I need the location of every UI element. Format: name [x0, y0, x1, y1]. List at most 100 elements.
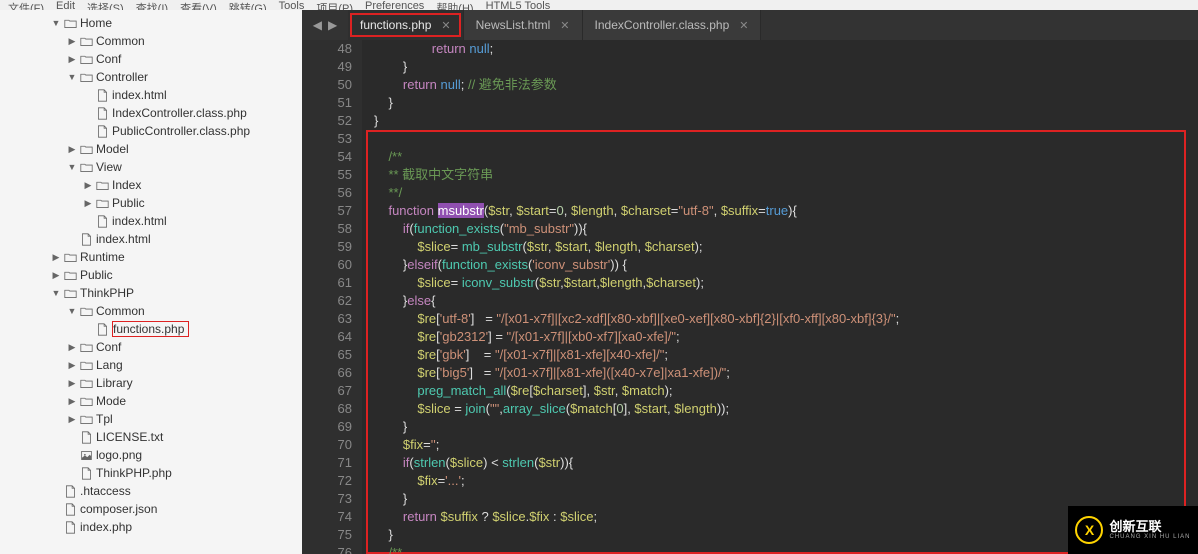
tree-item[interactable]: functions.php	[0, 320, 302, 338]
tree-item[interactable]: ▶Model	[0, 140, 302, 158]
tree-label: Public	[80, 268, 113, 282]
tree-item[interactable]: ▶ Public	[0, 194, 302, 212]
editor-pane: ◀ ▶ functions.php✕NewsList.html✕IndexCon…	[302, 10, 1198, 554]
tree-item[interactable]: ▶Library	[0, 374, 302, 392]
expander-icon[interactable]: ▶	[82, 198, 94, 209]
tree-item[interactable]: ▼Home	[0, 14, 302, 32]
menu-item[interactable]: 选择(S)	[87, 0, 124, 10]
tab[interactable]: functions.php✕	[348, 10, 464, 40]
tree-item[interactable]: ▶Mode	[0, 392, 302, 410]
tree-item[interactable]: index.html	[0, 212, 302, 230]
folder-icon	[78, 143, 94, 156]
tree-item[interactable]: ▶ Runtime	[0, 248, 302, 266]
file-icon	[78, 233, 94, 246]
folder-icon	[78, 341, 94, 354]
folder-icon	[94, 179, 110, 192]
file-tree[interactable]: ▼Home▶Common▶Conf▼Controllerindex.htmlIn…	[0, 10, 302, 554]
tree-item[interactable]: index.html	[0, 86, 302, 104]
expander-icon[interactable]: ▶	[66, 54, 78, 65]
expander-icon[interactable]: ▶	[50, 270, 62, 281]
tree-item[interactable]: index.html	[0, 230, 302, 248]
tree-item[interactable]: composer.json	[0, 500, 302, 518]
folder-icon	[78, 359, 94, 372]
menu-item[interactable]: HTML5 Tools	[486, 0, 551, 10]
folder-icon	[78, 53, 94, 66]
tree-item[interactable]: ▼Common	[0, 302, 302, 320]
menu-item[interactable]: 查看(V)	[180, 0, 217, 10]
menu-item[interactable]: Edit	[56, 0, 75, 10]
tree-label: Tpl	[96, 412, 113, 426]
tab-label: IndexController.class.php	[595, 18, 730, 32]
tree-item[interactable]: ▶ Public	[0, 266, 302, 284]
expander-icon[interactable]: ▼	[66, 72, 78, 82]
expander-icon[interactable]: ▶	[66, 360, 78, 371]
brand-logo: X 创新互联 CHUANG XIN HU LIAN	[1068, 506, 1198, 554]
tree-label: index.html	[112, 88, 167, 102]
menu-item[interactable]: 帮助(H)	[436, 0, 473, 10]
expander-icon[interactable]: ▶	[66, 36, 78, 47]
tree-label: logo.png	[96, 448, 142, 462]
tree-item[interactable]: LICENSE.txt	[0, 428, 302, 446]
tab[interactable]: IndexController.class.php ✕	[583, 10, 762, 40]
menu-item[interactable]: Preferences	[365, 0, 424, 10]
tree-item[interactable]: ThinkPHP.php	[0, 464, 302, 482]
code[interactable]: return null; } return null; // 避免非法参数 }}…	[362, 40, 1198, 554]
tree-label: index.php	[80, 520, 132, 534]
tab[interactable]: NewsList.html✕	[464, 10, 583, 40]
file-icon	[94, 89, 110, 102]
code-area[interactable]: 4849505152535455565758596061626364656667…	[302, 40, 1198, 554]
expander-icon[interactable]: ▶	[66, 144, 78, 155]
file-icon	[78, 467, 94, 480]
folder-open-icon	[78, 305, 94, 318]
tree-item[interactable]: ▶Index	[0, 176, 302, 194]
expander-icon[interactable]: ▶	[66, 378, 78, 389]
tree-item[interactable]: ▼ThinkPHP	[0, 284, 302, 302]
tree-item[interactable]: .htaccess	[0, 482, 302, 500]
expander-icon[interactable]: ▶	[82, 180, 94, 191]
expander-icon[interactable]: ▶	[66, 396, 78, 407]
tree-label: PublicController.class.php	[112, 124, 250, 138]
tree-item[interactable]: ▼View	[0, 158, 302, 176]
menu-item[interactable]: 文件(F)	[8, 0, 44, 10]
tree-item[interactable]: IndexController.class.php	[0, 104, 302, 122]
expander-icon[interactable]: ▼	[50, 288, 62, 298]
tree-label: Conf	[96, 340, 121, 354]
menu-item[interactable]: Tools	[279, 0, 305, 10]
nav-left-icon[interactable]: ◀	[313, 18, 322, 32]
nav-right-icon[interactable]: ▶	[328, 18, 337, 32]
expander-icon[interactable]: ▶	[66, 342, 78, 353]
tree-label: Runtime	[80, 250, 125, 264]
close-icon[interactable]: ✕	[560, 19, 569, 32]
menu-item[interactable]: 跳转(G)	[229, 0, 267, 10]
menu-item[interactable]: 查找(I)	[136, 0, 168, 10]
folder-open-icon	[62, 17, 78, 30]
folder-icon	[78, 377, 94, 390]
tree-item[interactable]: ▶ Conf	[0, 338, 302, 356]
tree-item[interactable]: ▶ Common	[0, 32, 302, 50]
tree-item[interactable]: logo.png	[0, 446, 302, 464]
tree-item[interactable]: ▶Conf	[0, 50, 302, 68]
tree-label: LICENSE.txt	[96, 430, 163, 444]
tree-item[interactable]: PublicController.class.php	[0, 122, 302, 140]
tree-item[interactable]: ▶ Tpl	[0, 410, 302, 428]
tab-nav-arrows[interactable]: ◀ ▶	[302, 10, 348, 40]
folder-icon	[62, 251, 78, 264]
tree-label: Public	[112, 196, 145, 210]
expander-icon[interactable]: ▼	[66, 162, 78, 172]
menu-bar[interactable]: 文件(F) Edit 选择(S) 查找(I) 查看(V) 跳转(G) Tools 项目(P) P…	[0, 0, 1198, 10]
expander-icon[interactable]: ▼	[50, 18, 62, 28]
tree-item[interactable]: ▼Controller	[0, 68, 302, 86]
expander-icon[interactable]: ▼	[66, 306, 78, 316]
tree-item[interactable]: index.php	[0, 518, 302, 536]
expander-icon[interactable]: ▶	[50, 252, 62, 263]
menu-item[interactable]: 项目(P)	[316, 0, 353, 10]
expander-icon[interactable]: ▶	[66, 414, 78, 425]
brand-icon: X	[1075, 516, 1103, 544]
tree-label: functions.php	[112, 321, 189, 337]
tree-label: Common	[96, 34, 145, 48]
close-icon[interactable]: ✕	[739, 19, 748, 32]
close-icon[interactable]: ✕	[441, 19, 450, 32]
tab-bar[interactable]: ◀ ▶ functions.php✕NewsList.html✕IndexCon…	[302, 10, 1198, 40]
tree-item[interactable]: ▶Lang	[0, 356, 302, 374]
folder-open-icon	[78, 161, 94, 174]
